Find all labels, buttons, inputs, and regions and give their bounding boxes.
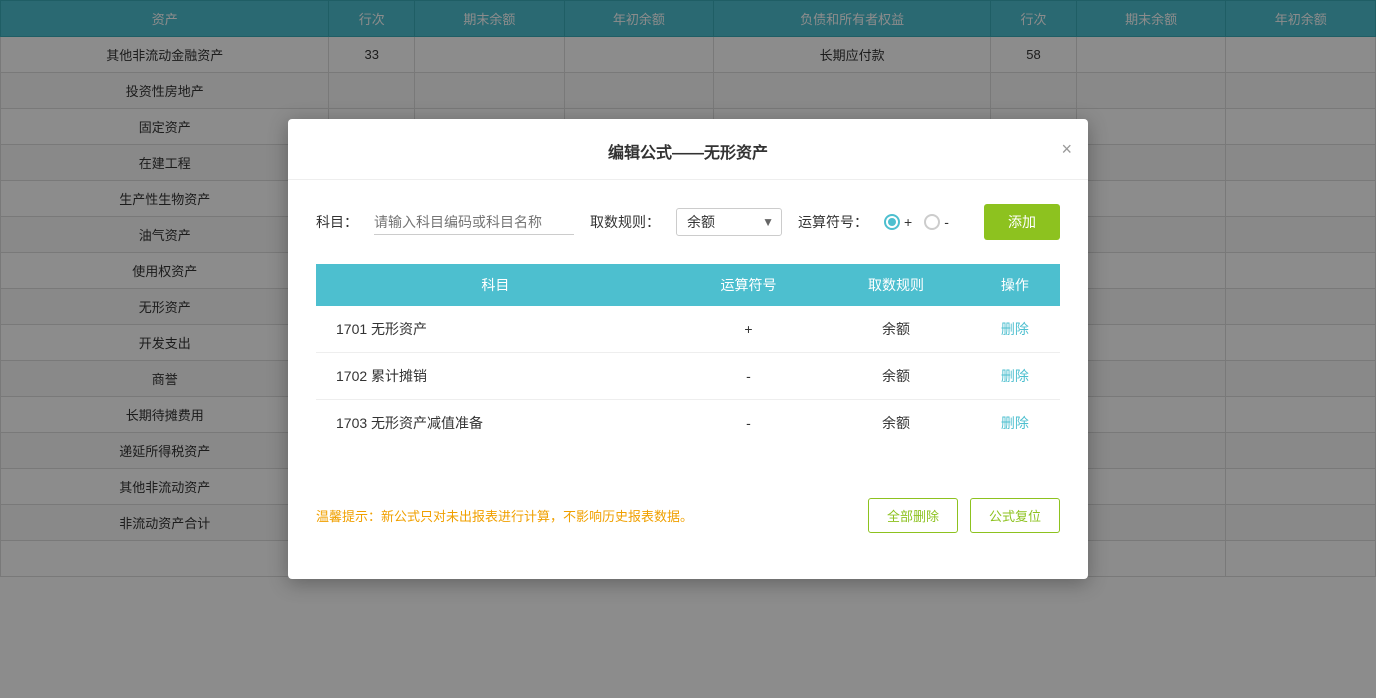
subject-label: 科目： (316, 212, 358, 232)
radio-minus-label: - (944, 214, 949, 230)
modal-dialog: 编辑公式——无形资产 × 科目： 取数规则： 余额 借方 贷方 借方发生额 贷方… (288, 119, 1088, 579)
table-row: 1702 累计摊销 - 余额 删除 (316, 353, 1060, 400)
radio-plus-circle (884, 214, 900, 230)
radio-plus-label: + (904, 214, 912, 230)
delete-all-button[interactable]: 全部删除 (868, 498, 958, 533)
col-subject: 科目 (316, 264, 675, 306)
row2-subject: 1702 累计摊销 (316, 353, 675, 400)
footer-tip: 温馨提示：新公式只对未出报表进行计算，不影响历史报表数据。 (316, 506, 693, 525)
row2-operator: - (675, 353, 823, 400)
subject-input[interactable] (374, 210, 574, 235)
radio-group-operator: + - (884, 214, 949, 230)
modal-overlay: 编辑公式——无形资产 × 科目： 取数规则： 余额 借方 贷方 借方发生额 贷方… (0, 0, 1376, 698)
row3-subject: 1703 无形资产减值准备 (316, 400, 675, 447)
col-operator: 运算符号 (675, 264, 823, 306)
row2-delete-link[interactable]: 删除 (1001, 368, 1029, 384)
row1-subject: 1701 无形资产 (316, 306, 675, 353)
modal-header: 编辑公式——无形资产 × (288, 119, 1088, 180)
radio-minus-item[interactable]: - (924, 214, 949, 230)
table-row: 1703 无形资产减值准备 - 余额 删除 (316, 400, 1060, 447)
row1-action: 删除 (970, 306, 1060, 353)
table-row: 1701 无形资产 + 余额 删除 (316, 306, 1060, 353)
rule-select[interactable]: 余额 借方 贷方 借方发生额 贷方发生额 (676, 208, 782, 236)
operator-label: 运算符号： (798, 212, 868, 232)
form-row: 科目： 取数规则： 余额 借方 贷方 借方发生额 贷方发生额 ▼ 运算符号： (316, 204, 1060, 240)
row3-operator: - (675, 400, 823, 447)
modal-close-button[interactable]: × (1061, 140, 1072, 158)
modal-body: 科目： 取数规则： 余额 借方 贷方 借方发生额 贷方发生额 ▼ 运算符号： (288, 180, 1088, 486)
footer-buttons: 全部删除 公式复位 (868, 498, 1060, 533)
row1-delete-link[interactable]: 删除 (1001, 321, 1029, 337)
modal-title: 编辑公式——无形资产 (608, 145, 768, 162)
reset-formula-button[interactable]: 公式复位 (970, 498, 1060, 533)
col-rule: 取数规则 (822, 264, 970, 306)
formula-table: 科目 运算符号 取数规则 操作 1701 无形资产 + 余额 删除 (316, 264, 1060, 446)
row3-delete-link[interactable]: 删除 (1001, 415, 1029, 431)
rule-select-wrapper: 余额 借方 贷方 借方发生额 贷方发生额 ▼ (676, 208, 782, 236)
rule-label: 取数规则： (590, 212, 660, 232)
modal-footer: 温馨提示：新公式只对未出报表进行计算，不影响历史报表数据。 全部删除 公式复位 (288, 486, 1088, 553)
table-header-row: 科目 运算符号 取数规则 操作 (316, 264, 1060, 306)
row1-rule: 余额 (822, 306, 970, 353)
col-action: 操作 (970, 264, 1060, 306)
add-button[interactable]: 添加 (984, 204, 1060, 240)
row3-rule: 余额 (822, 400, 970, 447)
radio-minus-circle (924, 214, 940, 230)
row1-operator: + (675, 306, 823, 353)
row3-action: 删除 (970, 400, 1060, 447)
row2-rule: 余额 (822, 353, 970, 400)
radio-plus-item[interactable]: + (884, 214, 912, 230)
row2-action: 删除 (970, 353, 1060, 400)
